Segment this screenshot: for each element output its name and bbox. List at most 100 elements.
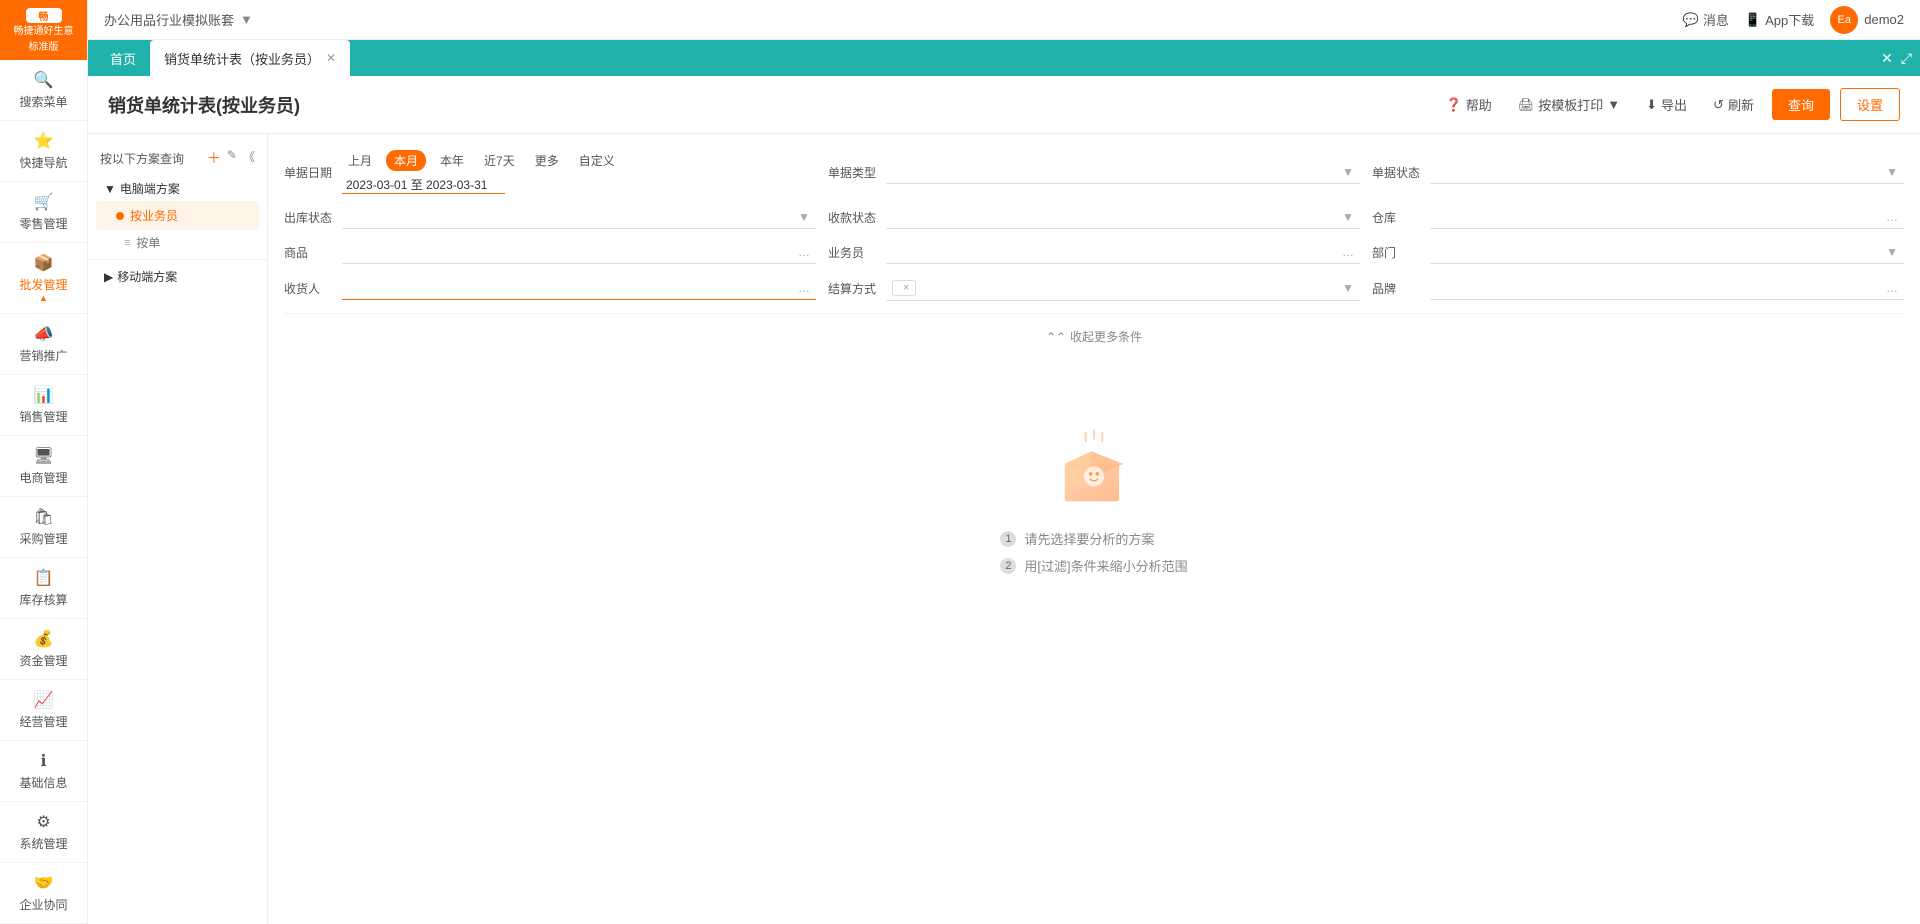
consignee-input[interactable]: … — [342, 277, 816, 300]
warehouse-input[interactable]: … — [1430, 206, 1904, 229]
docstatus-arrow-icon: ▼ — [1886, 165, 1898, 179]
tab-sales-stat-label: 销货单统计表（按业务员） — [164, 49, 320, 68]
panel-header-icons: ＋ ✎ 《 — [207, 148, 255, 168]
sidebar-item-label: 快捷导航 — [19, 154, 67, 171]
docstatus-select[interactable]: ▼ — [1430, 161, 1904, 184]
date-custom[interactable]: 自定义 — [573, 150, 621, 171]
sidebar-item-label: 企业协同 — [19, 896, 67, 913]
pc-section-title[interactable]: ▼ 电脑端方案 — [96, 176, 259, 201]
mobile-section-label: 移动端方案 — [117, 268, 177, 285]
brand-input[interactable]: … — [1430, 277, 1904, 300]
retail-icon: 🛒 — [34, 192, 54, 212]
sidebar-item-system[interactable]: ⚙ 系统管理 — [0, 802, 87, 863]
section-divider — [88, 259, 267, 260]
print-icon: 🖨 — [1518, 97, 1535, 113]
date-7days[interactable]: 近7天 — [478, 150, 521, 171]
tab-home-label: 首页 — [110, 49, 136, 68]
refresh-button[interactable]: ↺ 刷新 — [1705, 91, 1762, 118]
warehouse-more-icon: … — [1886, 210, 1898, 224]
tab-home[interactable]: 首页 — [96, 40, 150, 76]
tab-close-icon[interactable]: ✕ — [326, 51, 336, 65]
collapse-panel-icon[interactable]: 《 — [243, 148, 255, 168]
user-menu-button[interactable]: Ea demo2 — [1830, 6, 1904, 34]
print-template-button[interactable]: 🖨 按模板打印 ▼ — [1510, 91, 1628, 118]
sidebar-item-ecom[interactable]: 🖥 电商管理 — [0, 436, 87, 497]
settlement-tag-close-icon[interactable]: × — [903, 282, 909, 294]
sidebar-item-label: 经营管理 — [19, 713, 67, 730]
collapse-more-button[interactable]: ⌃⌃ 收起更多条件 — [1040, 322, 1148, 351]
date-range-input[interactable] — [342, 175, 505, 194]
sidebar-item-wholesale[interactable]: 📦 批发管理 ▲ — [0, 243, 87, 314]
empty-tips: 1 请先选择要分析的方案 2 用[过滤]条件来缩小分析范围 — [1000, 529, 1187, 575]
empty-illustration — [1044, 423, 1144, 513]
doctype-select[interactable]: ▼ — [886, 161, 1360, 184]
sidebar-item-ops[interactable]: 📈 经营管理 — [0, 680, 87, 741]
top-header: 办公用品行业模拟账套 ▼ 💬 消息 📱 App下载 Ea demo2 — [88, 0, 1920, 40]
filter-date-field: 单据日期 上月 本月 本年 近7天 更多 自定义 — [284, 150, 816, 194]
panel-sub-item-by-order[interactable]: ≡ 按单 — [96, 230, 259, 255]
settings-button[interactable]: 设置 — [1840, 88, 1900, 121]
goods-input[interactable]: … — [342, 241, 816, 264]
salesperson-input[interactable]: … — [886, 241, 1360, 264]
settings-label: 设置 — [1857, 95, 1883, 114]
sidebar-item-finance[interactable]: 💰 资金管理 — [0, 619, 87, 680]
system-icon: ⚙ — [36, 812, 50, 832]
outbound-select[interactable]: ▼ — [342, 206, 816, 229]
filter-doctype-field: 单据类型 ▼ — [828, 161, 1360, 184]
empty-tip-1: 1 请先选择要分析的方案 — [1000, 529, 1187, 548]
message-button[interactable]: 💬 消息 — [1683, 10, 1729, 29]
app-sub: 标准版 — [29, 38, 59, 53]
sidebar-item-label: 资金管理 — [19, 652, 67, 669]
help-icon: ❓ — [1446, 97, 1462, 113]
sidebar-item-search-menu[interactable]: 🔍 搜索菜单 — [0, 60, 87, 121]
payment-select[interactable]: ▼ — [886, 206, 1360, 229]
sidebar-item-retail[interactable]: 🛒 零售管理 — [0, 182, 87, 243]
export-label: 导出 — [1661, 95, 1687, 114]
active-dot — [116, 212, 124, 220]
sidebar-item-marketing[interactable]: 📣 营销推广 — [0, 314, 87, 375]
help-button[interactable]: ❓ 帮助 — [1438, 91, 1500, 118]
date-more[interactable]: 更多 — [529, 150, 565, 171]
date-last-month[interactable]: 上月 — [342, 150, 378, 171]
sidebar-item-sales[interactable]: 📊 销售管理 — [0, 375, 87, 436]
app-download-button[interactable]: 📱 App下载 — [1745, 10, 1814, 29]
tab-sales-stat[interactable]: 销货单统计表（按业务员） ✕ — [150, 40, 350, 76]
filter-goods-field: 商品 … — [284, 241, 816, 264]
date-this-year[interactable]: 本年 — [434, 150, 470, 171]
window-close-icon[interactable]: ✕ — [1881, 50, 1893, 67]
payment-arrow-icon: ▼ — [1342, 210, 1354, 224]
sidebar-item-base[interactable]: ℹ 基础信息 — [0, 741, 87, 802]
filter-row-1: 单据日期 上月 本月 本年 近7天 更多 自定义 — [284, 150, 1904, 194]
mobile-section-title[interactable]: ▶ 移动端方案 — [96, 264, 259, 289]
window-expand-icon[interactable]: ⤢ — [1901, 50, 1912, 67]
edit-scheme-icon[interactable]: ✎ — [227, 148, 237, 168]
export-button[interactable]: ⬇ 导出 — [1638, 91, 1695, 118]
add-scheme-icon[interactable]: ＋ — [207, 148, 221, 168]
search-menu-icon: 🔍 — [34, 70, 54, 90]
help-label: 帮助 — [1466, 95, 1492, 114]
sidebar-item-purchase[interactable]: 🛍 采购管理 — [0, 497, 87, 558]
sidebar-item-label: 系统管理 — [19, 835, 67, 852]
consignee-more-icon: … — [798, 281, 810, 295]
breadcrumb: 办公用品行业模拟账套 ▼ — [104, 10, 253, 29]
sidebar-item-quick-nav[interactable]: ⭐ 快捷导航 — [0, 121, 87, 182]
breadcrumb-dropdown-icon[interactable]: ▼ — [240, 12, 253, 27]
purchase-icon: 🛍 — [33, 507, 53, 527]
filter-brand-field: 品牌 … — [1372, 277, 1904, 300]
date-row: 上月 本月 本年 近7天 更多 自定义 — [342, 150, 816, 171]
panel-item-by-salesperson[interactable]: 按业务员 — [96, 201, 259, 230]
right-form: 单据日期 上月 本月 本年 近7天 更多 自定义 — [268, 134, 1920, 924]
department-select[interactable]: ▼ — [1430, 241, 1904, 264]
goods-more-icon: … — [798, 245, 810, 259]
sidebar-item-enterprise[interactable]: 🤝 企业协同 — [0, 863, 87, 924]
quick-nav-icon: ⭐ — [34, 131, 54, 151]
pc-section: ▼ 电脑端方案 按业务员 ≡ 按单 — [88, 176, 267, 255]
query-button[interactable]: 查询 — [1772, 89, 1830, 120]
sidebar-item-inventory[interactable]: 📋 库存核算 — [0, 558, 87, 619]
settlement-select[interactable]: × ▼ — [886, 276, 1360, 301]
sidebar-item-label: 营销推广 — [19, 347, 67, 364]
date-this-month[interactable]: 本月 — [386, 150, 426, 171]
salesperson-label: 业务员 — [828, 244, 878, 261]
warehouse-label: 仓库 — [1372, 209, 1422, 226]
tip-num-1: 1 — [1000, 531, 1016, 547]
